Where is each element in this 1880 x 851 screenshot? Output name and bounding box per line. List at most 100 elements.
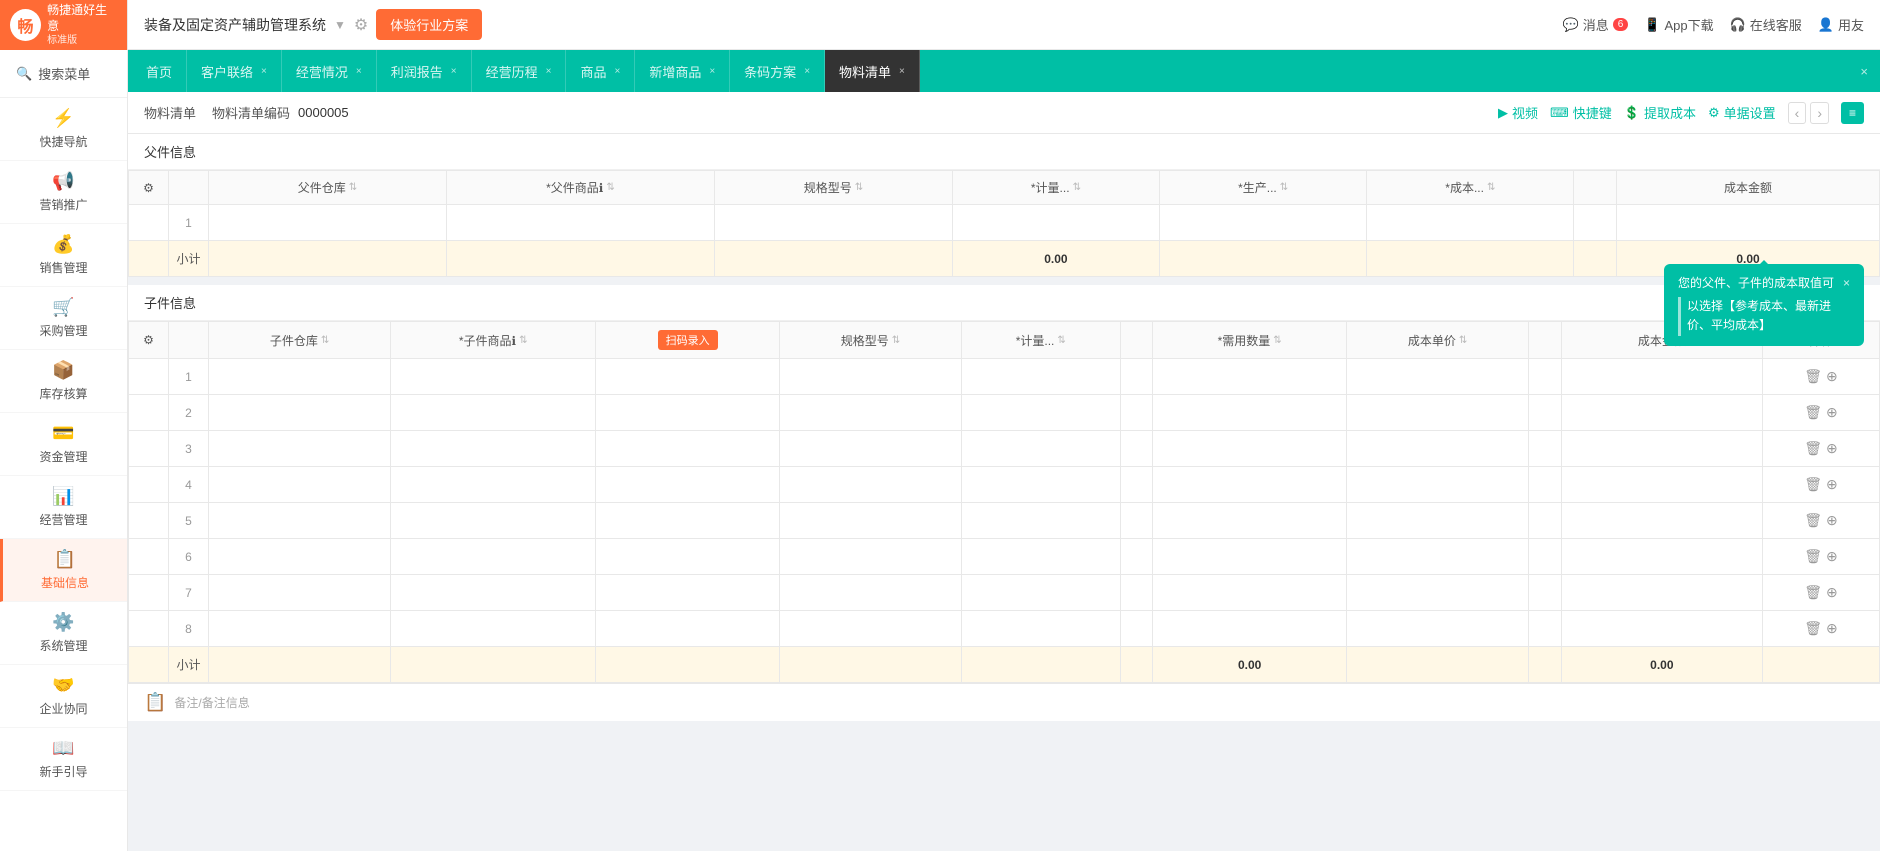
- sidebar-item-inventory[interactable]: 📦 库存核算: [0, 350, 127, 413]
- copy-icon[interactable]: ⊕: [1826, 548, 1838, 565]
- delete-icon[interactable]: 🗑: [1804, 368, 1822, 385]
- tooltip-close-btn[interactable]: ×: [1843, 274, 1850, 293]
- cost-action[interactable]: 💲 提取成本: [1624, 103, 1696, 122]
- guide-icon: 📖: [52, 738, 74, 759]
- list-view-btn[interactable]: ≡: [1841, 102, 1864, 124]
- table-row: 2 🗑⊕: [129, 395, 1880, 431]
- row-settings-cell[interactable]: [129, 205, 169, 241]
- sidebar-item-sales[interactable]: 💰 销售管理: [0, 224, 127, 287]
- parent-goods-cell[interactable]: [446, 205, 714, 241]
- tab-home[interactable]: 首页: [132, 50, 187, 92]
- delete-icon[interactable]: 🗑: [1804, 476, 1822, 493]
- delete-icon[interactable]: 🗑: [1804, 512, 1822, 529]
- sidebar-search-area[interactable]: 🔍 搜索菜单: [0, 50, 127, 98]
- message-btn[interactable]: 💬 消息 6: [1563, 15, 1629, 34]
- sidebar-item-system[interactable]: ⚙️ 系统管理: [0, 602, 127, 665]
- child-th-num: [169, 322, 209, 359]
- th-settings[interactable]: ⚙: [129, 171, 169, 205]
- user-menu[interactable]: 👤 用友: [1818, 15, 1864, 34]
- child-actions-1: 🗑 ⊕: [1762, 359, 1879, 395]
- copy-icon[interactable]: ⊕: [1826, 512, 1838, 529]
- tab-history[interactable]: 经营历程 ×: [472, 50, 567, 92]
- copy-icon[interactable]: ⊕: [1826, 476, 1838, 493]
- logo-icon: 畅: [10, 9, 41, 41]
- header-left: 装备及固定资产辅助管理系统 ▼ ⚙ 体验行业方案: [144, 9, 482, 40]
- scan-input-button[interactable]: 扫码录入: [658, 330, 718, 350]
- shortcut-action[interactable]: ⌨ 快捷键: [1550, 103, 1612, 122]
- sidebar-item-finance[interactable]: 💳 资金管理: [0, 413, 127, 476]
- child-qty-1[interactable]: [1153, 359, 1347, 395]
- prev-arrow[interactable]: ‹: [1788, 102, 1807, 124]
- sidebar-item-purchase[interactable]: 🛒 采购管理: [0, 287, 127, 350]
- online-service-btn[interactable]: 🎧 在线客服: [1730, 15, 1802, 34]
- copy-icon[interactable]: ⊕: [1826, 368, 1838, 385]
- tab-close-icon[interactable]: ×: [261, 66, 267, 77]
- delete-icon[interactable]: 🗑: [1804, 548, 1822, 565]
- unit-cell[interactable]: [952, 205, 1159, 241]
- tab-close-icon[interactable]: ×: [899, 66, 905, 77]
- settings-icon[interactable]: ⚙: [354, 15, 368, 35]
- tab-profit[interactable]: 利润报告 ×: [377, 50, 472, 92]
- copy-icon[interactable]: ⊕: [1826, 620, 1838, 637]
- settings-action[interactable]: ⚙ 单据设置: [1708, 103, 1776, 122]
- sort-icon: ⇅: [1459, 335, 1467, 346]
- sidebar-item-marketing[interactable]: 📢 营销推广: [0, 161, 127, 224]
- tab-close-icon[interactable]: ×: [709, 66, 715, 77]
- delete-icon[interactable]: 🗑: [1804, 404, 1822, 421]
- search-menu-button[interactable]: 🔍 搜索菜单: [8, 58, 119, 89]
- tab-barcode[interactable]: 条码方案 ×: [730, 50, 825, 92]
- message-icon: 💬: [1563, 17, 1579, 33]
- sidebar-item-guide[interactable]: 📖 新手引导: [0, 728, 127, 791]
- parent-table: ⚙ 父件仓库⇅ *父件商品ℹ⇅ 规格型号⇅ *计量...⇅: [128, 170, 1880, 277]
- child-unit-1[interactable]: [961, 359, 1120, 395]
- table-row: 3 🗑⊕: [129, 431, 1880, 467]
- sidebar-item-quick-nav[interactable]: ⚡ 快捷导航: [0, 98, 127, 161]
- child-goods-1[interactable]: [391, 359, 596, 395]
- tab-goods[interactable]: 商品 ×: [566, 50, 635, 92]
- breadcrumb-item1[interactable]: 物料清单: [144, 103, 196, 122]
- table-row: 6 🗑⊕: [129, 539, 1880, 575]
- delete-icon[interactable]: 🗑: [1804, 440, 1822, 457]
- child-th-settings[interactable]: ⚙: [129, 322, 169, 359]
- child-th-scan[interactable]: 扫码录入: [596, 322, 780, 359]
- child-warehouse-1[interactable]: [209, 359, 391, 395]
- tab-close-icon[interactable]: ×: [356, 66, 362, 77]
- child-subtotal-qty: 0.00: [1153, 647, 1347, 683]
- copy-icon[interactable]: ⊕: [1826, 404, 1838, 421]
- system-icon: ⚙️: [52, 612, 74, 633]
- sidebar-item-operations[interactable]: 📊 经营管理: [0, 476, 127, 539]
- tab-close-icon[interactable]: ×: [614, 66, 620, 77]
- child-spec-1[interactable]: [779, 359, 961, 395]
- production-cell[interactable]: [1160, 205, 1367, 241]
- copy-icon[interactable]: ⊕: [1826, 440, 1838, 457]
- spec-cell[interactable]: [714, 205, 952, 241]
- tab-close-icon[interactable]: ×: [546, 66, 552, 77]
- bottom-icon: 📋: [144, 692, 166, 713]
- next-arrow[interactable]: ›: [1810, 102, 1829, 124]
- tab-bom[interactable]: 物料清单 ×: [825, 50, 920, 92]
- video-action[interactable]: ▶ 视频: [1498, 103, 1538, 122]
- th-cost: *成本...⇅: [1367, 171, 1574, 205]
- delete-icon[interactable]: 🗑: [1804, 620, 1822, 637]
- subtotal-empty1: [209, 241, 447, 277]
- tab-new-goods[interactable]: 新增商品 ×: [635, 50, 730, 92]
- tab-operations[interactable]: 经营情况 ×: [282, 50, 377, 92]
- th-parent-goods: *父件商品ℹ⇅: [446, 171, 714, 205]
- system-dropdown-icon[interactable]: ▼: [334, 18, 346, 32]
- tab-customer[interactable]: 客户联络 ×: [187, 50, 282, 92]
- close-all-btn[interactable]: ×: [1852, 64, 1876, 79]
- sidebar-item-enterprise[interactable]: 🤝 企业协同: [0, 665, 127, 728]
- tab-close-icon[interactable]: ×: [804, 66, 810, 77]
- subtotal-empty4: [1160, 241, 1367, 277]
- tab-close-icon[interactable]: ×: [451, 66, 457, 77]
- app-download-btn[interactable]: 📱 App下载: [1644, 15, 1713, 34]
- sidebar-item-basic-info[interactable]: 📋 基础信息: [0, 539, 127, 602]
- cost-cell[interactable]: [1367, 205, 1574, 241]
- parent-warehouse-cell[interactable]: [209, 205, 447, 241]
- delete-icon[interactable]: 🗑: [1804, 584, 1822, 601]
- trial-button[interactable]: 体验行业方案: [376, 9, 482, 40]
- child-th-unit: *计量...⇅: [961, 322, 1120, 359]
- extra-cell: [1574, 205, 1617, 241]
- copy-icon[interactable]: ⊕: [1826, 584, 1838, 601]
- subtotal-settings: [129, 241, 169, 277]
